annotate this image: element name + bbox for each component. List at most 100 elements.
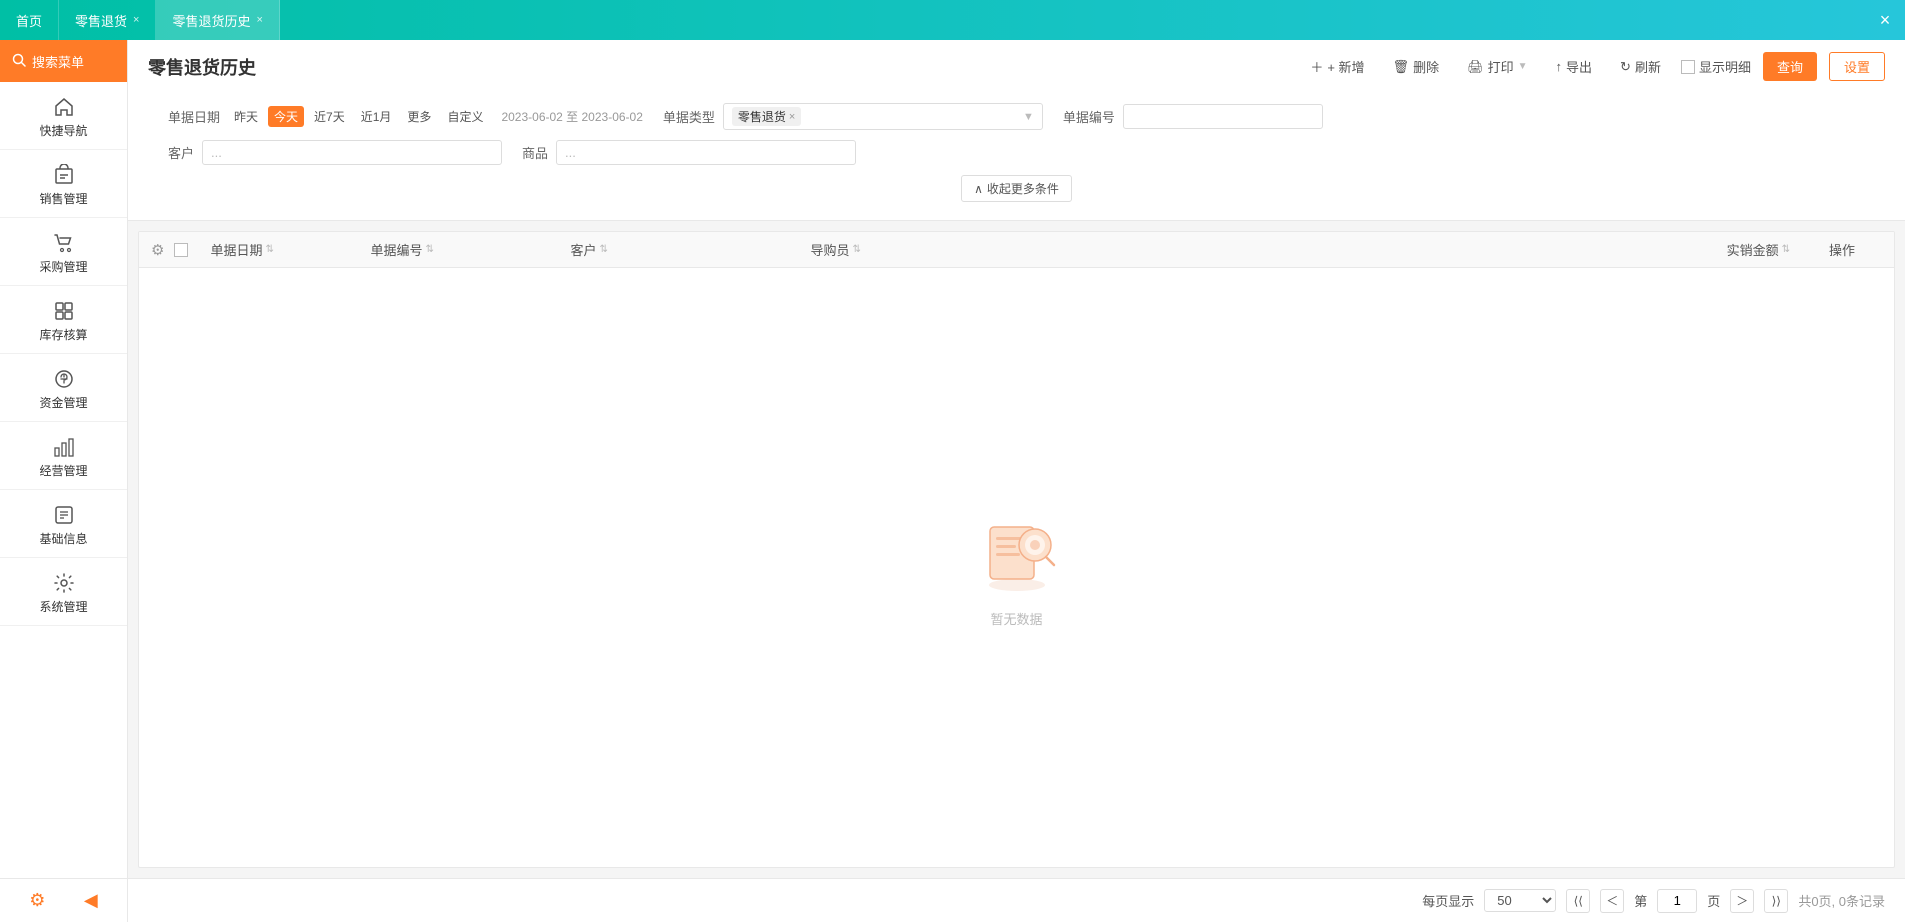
sidebar-search[interactable]: 搜索菜单	[0, 40, 127, 82]
sidebar-item-basic-info[interactable]: 基础信息	[0, 490, 127, 558]
table-header: 单据日期 ⇅ 单据编号 ⇅ 客户 ⇅ 导购员 ⇅	[198, 232, 1882, 267]
page-unit: 页	[1707, 891, 1720, 910]
doc-type-tag: 零售退货 ×	[732, 107, 801, 126]
finance-icon	[53, 368, 75, 390]
sidebar-item-quick-nav-label: 快捷导航	[39, 122, 87, 139]
settings-icon[interactable]: ⚙	[29, 890, 45, 911]
th-op: 操作	[1802, 232, 1882, 267]
sidebar-item-sys-mgmt-label: 系统管理	[39, 598, 87, 615]
date-btn-more[interactable]: 更多	[401, 106, 437, 127]
display-detail-checkbox[interactable]	[1681, 60, 1695, 74]
tab-retail-return-history[interactable]: 零售退货历史 ×	[156, 0, 279, 40]
home-icon	[53, 96, 75, 118]
doc-type-label: 单据类型	[663, 107, 715, 126]
sidebar-item-operations-label: 经营管理	[39, 462, 87, 479]
table-toolbar: ⚙ 单据日期 ⇅ 单据编号 ⇅ 客户 ⇅	[139, 232, 1894, 268]
close-retail-return-tab[interactable]: ×	[133, 14, 139, 26]
per-page-label: 每页显示	[1422, 891, 1474, 910]
refresh-button[interactable]: ↻ 刷新	[1612, 53, 1669, 80]
th-customer[interactable]: 客户 ⇅	[558, 232, 798, 267]
per-page-select[interactable]: 50 20 100	[1484, 889, 1556, 912]
goods-label: 商品	[522, 143, 548, 162]
sales-icon	[53, 164, 75, 186]
customer-input[interactable]: ...	[202, 140, 502, 165]
th-bill-no[interactable]: 单据编号 ⇅	[358, 232, 558, 267]
goods-input[interactable]: ...	[556, 140, 856, 165]
th-amount[interactable]: 实销金额 ⇅	[1682, 232, 1802, 267]
date-btn-7days[interactable]: 近7天	[308, 106, 351, 127]
export-icon: ↑	[1556, 59, 1563, 74]
window-close-button[interactable]: ×	[1865, 0, 1905, 40]
query-button[interactable]: 查询	[1763, 52, 1817, 81]
table-settings-icon[interactable]: ⚙	[151, 241, 164, 259]
plus-icon: ＋	[1310, 57, 1323, 76]
collapse-icon: ∧	[974, 182, 983, 196]
inventory-icon	[53, 300, 75, 322]
date-btn-today[interactable]: 今天	[268, 106, 304, 127]
sidebar-item-purchase-label: 采购管理	[39, 258, 87, 275]
filter-row-1: 单据日期 昨天 今天 近7天 近1月 更多 自定义 2023-06-02 至 2…	[168, 103, 1865, 130]
add-button[interactable]: ＋ + 新增	[1302, 53, 1372, 80]
page-label: 第	[1634, 891, 1647, 910]
collapse-button[interactable]: ∧ 收起更多条件	[961, 175, 1072, 202]
filter-area: 单据日期 昨天 今天 近7天 近1月 更多 自定义 2023-06-02 至 2…	[148, 91, 1885, 220]
sidebar-item-finance[interactable]: 资金管理	[0, 354, 127, 422]
search-icon	[12, 53, 26, 70]
sidebar-item-quick-nav[interactable]: 快捷导航	[0, 82, 127, 150]
th-guide[interactable]: 导购员 ⇅	[798, 232, 958, 267]
page-actions: ＋ + 新增 🗑 删除 🖨 打印 ▼ ↑ 导出	[1302, 52, 1885, 81]
first-page-button[interactable]: ⟨⟨	[1566, 889, 1590, 913]
sidebar-search-label: 搜索菜单	[32, 52, 84, 71]
next-page-button[interactable]: ＞	[1730, 889, 1754, 913]
doc-no-filter: 单据编号	[1063, 104, 1323, 129]
close-retail-return-history-tab[interactable]: ×	[256, 14, 262, 26]
tab-home[interactable]: 首页	[0, 0, 59, 40]
sidebar-item-sales-mgmt[interactable]: 销售管理	[0, 150, 127, 218]
doc-type-arrow-icon: ▼	[1023, 111, 1034, 123]
doc-type-select[interactable]: 零售退货 × ▼	[723, 103, 1043, 130]
filter-row-2: 客户 ... 商品 ...	[168, 140, 1865, 165]
date-btn-yesterday[interactable]: 昨天	[228, 106, 264, 127]
sidebar-item-inventory[interactable]: 库存核算	[0, 286, 127, 354]
page-header-top: 零售退货历史 ＋ + 新增 🗑 删除 🖨 打印 ▼	[148, 52, 1885, 81]
collapse-row: ∧ 收起更多条件	[168, 175, 1865, 208]
th-date[interactable]: 单据日期 ⇅	[198, 232, 358, 267]
doc-type-filter: 单据类型 零售退货 × ▼	[663, 103, 1043, 130]
date-buttons: 昨天 今天 近7天 近1月 更多 自定义	[228, 106, 489, 127]
customer-label: 客户	[168, 143, 194, 162]
top-bar: 首页 零售退货 × 零售退货历史 × ×	[0, 0, 1905, 40]
doc-type-tag-close[interactable]: ×	[789, 111, 795, 123]
refresh-icon: ↻	[1620, 59, 1631, 75]
sidebar-item-sales-label: 销售管理	[39, 190, 87, 207]
empty-illustration	[972, 507, 1062, 597]
tab-retail-return[interactable]: 零售退货 ×	[59, 0, 156, 40]
sidebar-item-finance-label: 资金管理	[39, 394, 87, 411]
display-detail: 显示明细	[1681, 57, 1751, 76]
doc-no-label: 单据编号	[1063, 107, 1115, 126]
sidebar-item-sys-mgmt[interactable]: 系统管理	[0, 558, 127, 626]
sidebar-item-basic-info-label: 基础信息	[39, 530, 87, 547]
print-button[interactable]: 🖨 打印 ▼	[1459, 53, 1535, 80]
page-input[interactable]	[1657, 889, 1697, 913]
sys-mgmt-icon	[53, 572, 75, 594]
basic-info-icon	[53, 504, 75, 526]
date-btn-1month[interactable]: 近1月	[355, 106, 398, 127]
date-btn-custom[interactable]: 自定义	[441, 106, 489, 127]
tab-list: 首页 零售退货 × 零售退货历史 ×	[0, 0, 1865, 40]
page-header: 零售退货历史 ＋ + 新增 🗑 删除 🖨 打印 ▼	[128, 40, 1905, 221]
sort-guide-icon: ⇅	[852, 244, 860, 255]
main-layout: 搜索菜单 快捷导航	[0, 40, 1905, 922]
settings-button[interactable]: 设置	[1829, 52, 1885, 81]
prev-page-button[interactable]: ＜	[1600, 889, 1624, 913]
delete-button[interactable]: 🗑 删除	[1385, 53, 1448, 80]
page-title: 零售退货历史	[148, 54, 256, 80]
last-page-button[interactable]: ⟩⟩	[1764, 889, 1788, 913]
sidebar-item-purchase-mgmt[interactable]: 采购管理	[0, 218, 127, 286]
export-button[interactable]: ↑ 导出	[1548, 53, 1601, 80]
select-all-checkbox[interactable]	[174, 243, 188, 257]
pagination-summary: 共0页, 0条记录	[1798, 891, 1885, 910]
speaker-icon[interactable]: ◀	[84, 890, 98, 911]
doc-no-input[interactable]	[1123, 104, 1323, 129]
date-range-text: 2023-06-02 至 2023-06-02	[501, 108, 642, 125]
sidebar-item-operations[interactable]: 经营管理	[0, 422, 127, 490]
